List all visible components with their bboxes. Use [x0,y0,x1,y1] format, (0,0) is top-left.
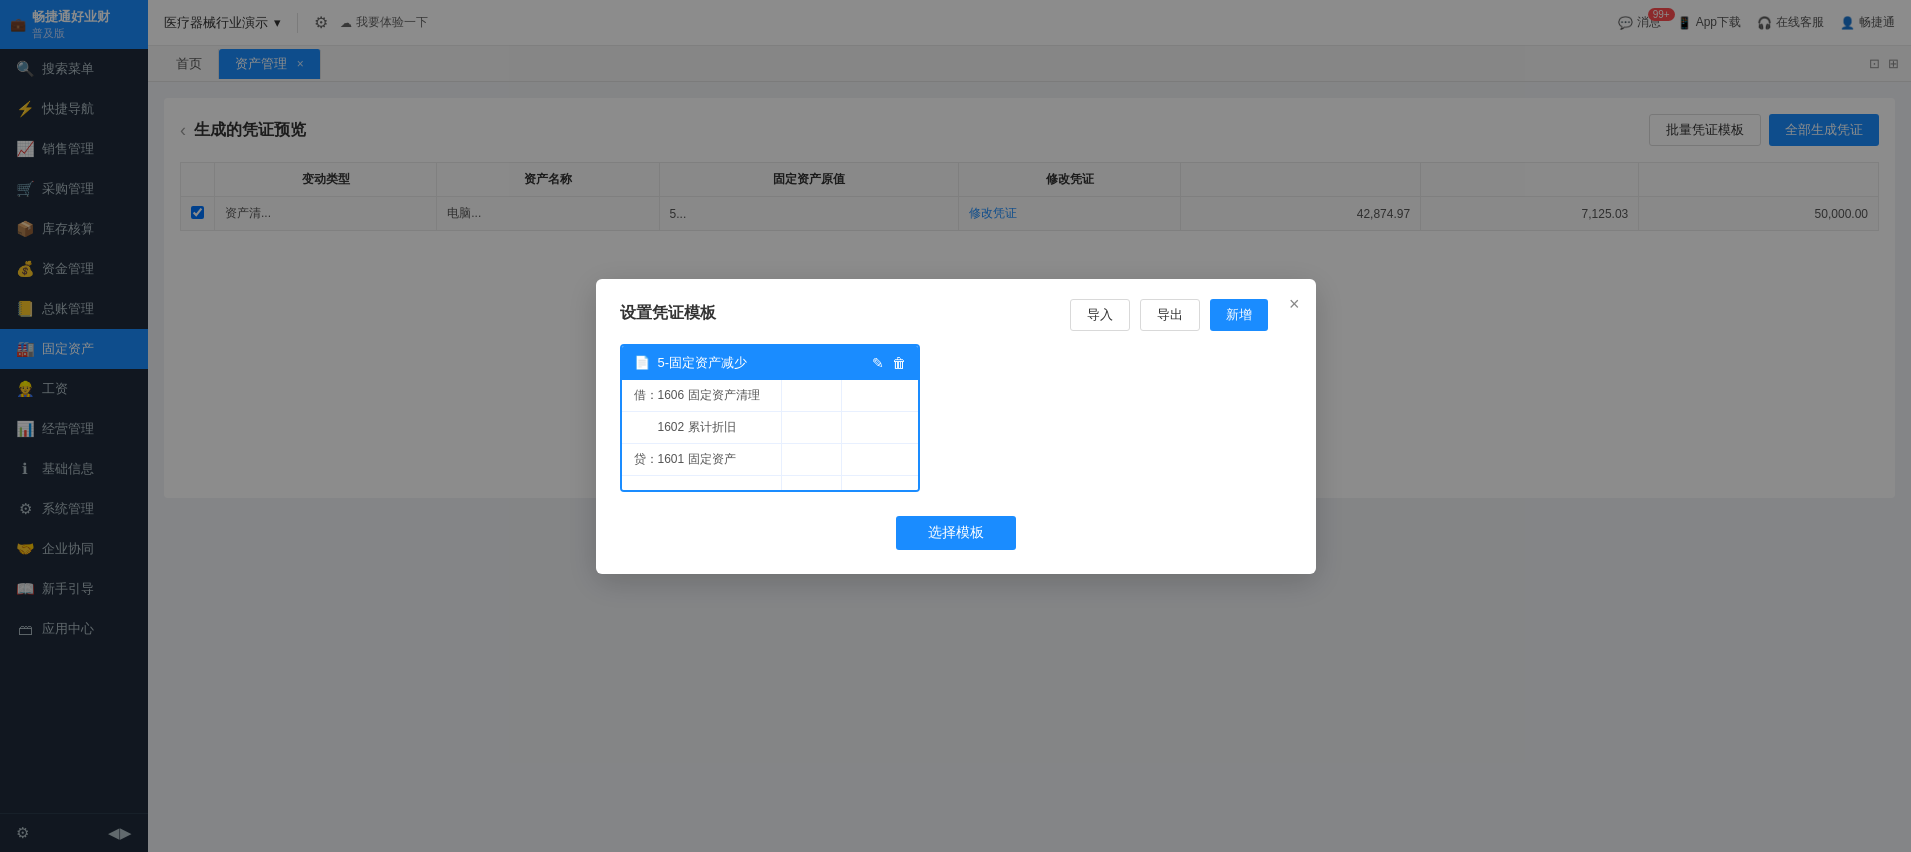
template-row-2-debit [782,412,842,443]
template-header-actions: ✎ 🗑 [872,355,906,371]
template-row-2-label: 1602 累计折旧 [622,412,782,443]
export-button[interactable]: 导出 [1140,299,1200,331]
template-row [622,476,918,490]
template-body: 借：1606 固定资产清理 1602 累计折旧 贷：1601 固定资产 [622,380,918,490]
template-row-4-credit [842,476,902,490]
template-row-3-credit [842,444,902,475]
template-row-1-credit [842,380,902,411]
template-row: 贷：1601 固定资产 [622,444,918,476]
new-template-button[interactable]: 新增 [1210,299,1268,331]
modal-action-buttons: 导入 导出 新增 [1070,299,1268,331]
template-row-1-label: 借：1606 固定资产清理 [622,380,782,411]
page-content: ‹ 生成的凭证预览 批量凭证模板 全部生成凭证 变动类型 资产名称 固定资产原值… [148,82,1911,852]
select-template-button[interactable]: 选择模板 [896,516,1016,550]
template-row-1-debit [782,380,842,411]
template-row: 1602 累计折旧 [622,412,918,444]
modal-close-button[interactable]: × [1289,295,1300,313]
template-settings-modal: 设置凭证模板 × 导入 导出 新增 📄 5-固定资产减少 ✎ 🗑 [596,279,1316,574]
template-row-3-debit [782,444,842,475]
import-button[interactable]: 导入 [1070,299,1130,331]
template-row-4-label [622,476,782,490]
template-card-header: 📄 5-固定资产减少 ✎ 🗑 [622,346,918,380]
template-edit-icon[interactable]: ✎ [872,355,884,371]
template-card: 📄 5-固定资产减少 ✎ 🗑 借：1606 固定资产清理 [620,344,920,492]
template-row-2-credit [842,412,902,443]
template-name: 5-固定资产减少 [658,354,748,372]
modal-overlay: 设置凭证模板 × 导入 导出 新增 📄 5-固定资产减少 ✎ 🗑 [148,82,1911,852]
template-row: 借：1606 固定资产清理 [622,380,918,412]
template-doc-icon: 📄 [634,355,650,370]
template-row-3-label: 贷：1601 固定资产 [622,444,782,475]
main-area: 医疗器械行业演示 ▾ ⚙ ☁ 我要体验一下 💬 消息 99+ 📱 App下载 🎧… [148,0,1911,852]
template-delete-icon[interactable]: 🗑 [892,355,906,371]
template-row-4-debit [782,476,842,490]
